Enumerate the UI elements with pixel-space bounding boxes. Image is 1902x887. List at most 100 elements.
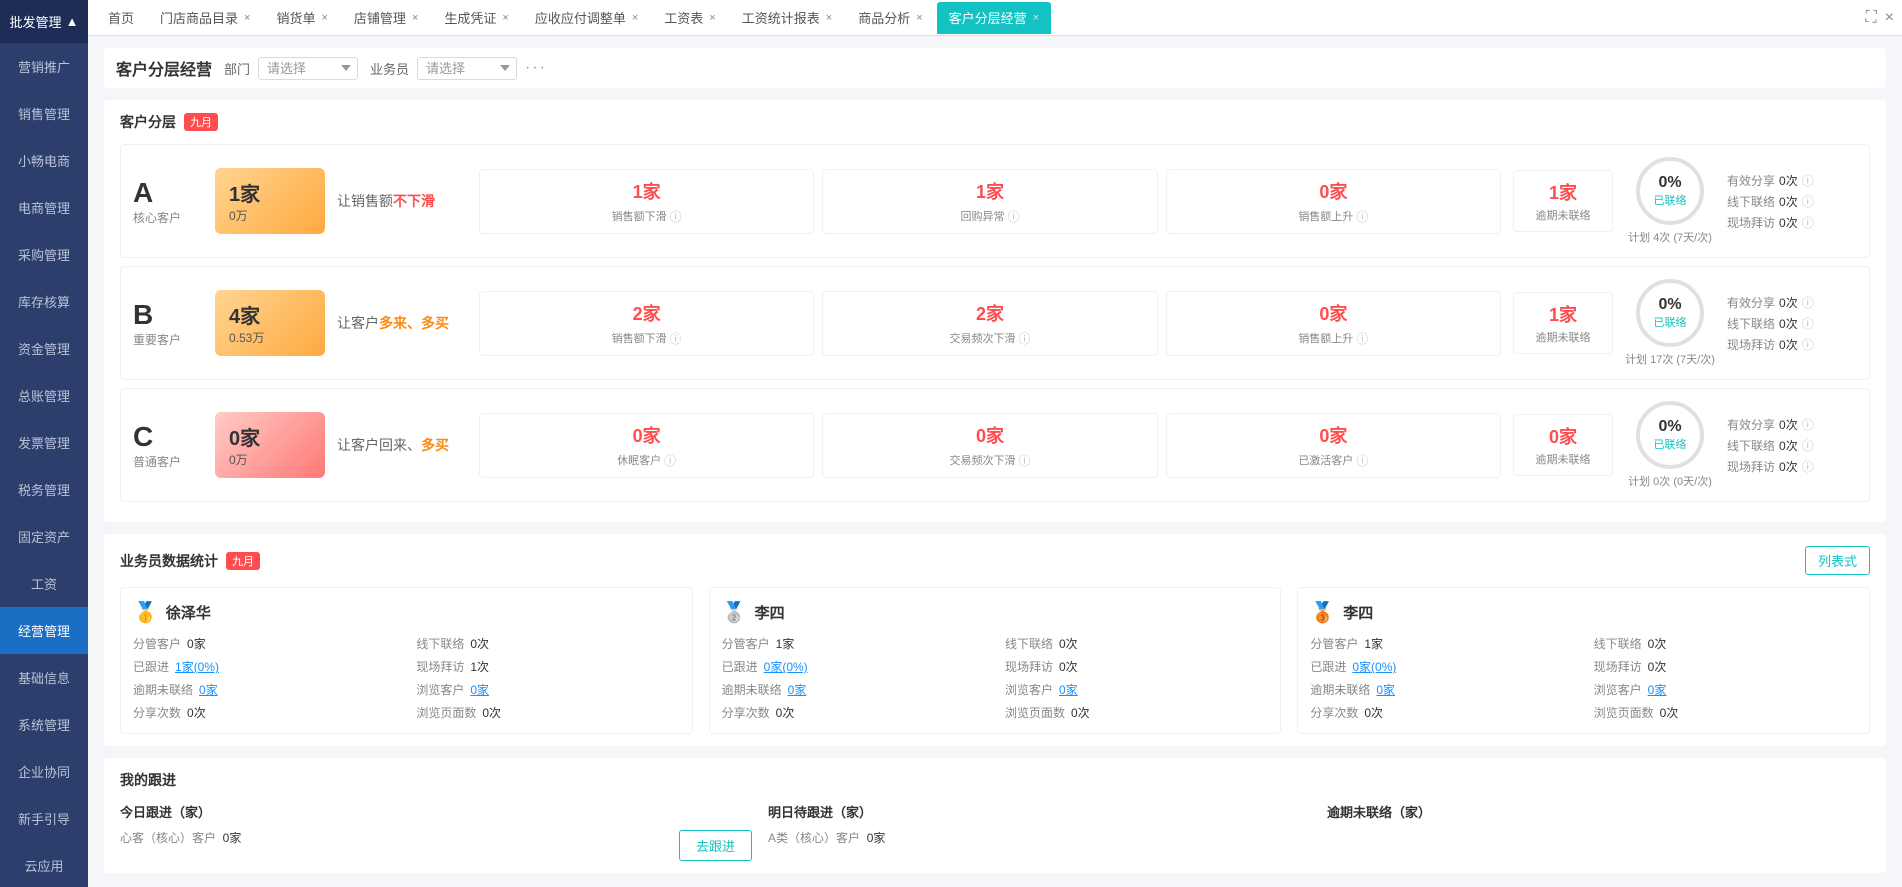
tier-b-circle: 0% 已联络 计划 17次 (7天/次) xyxy=(1625,279,1715,367)
staff-section-title: 业务员数据统计 xyxy=(120,551,218,571)
staff-stat-link[interactable]: 0家(0%) xyxy=(764,658,808,675)
sidebar-item-sw[interactable]: 税务管理 xyxy=(0,466,88,513)
staff-stat-link[interactable]: 0家 xyxy=(1376,681,1395,698)
tab-close-icon[interactable]: × xyxy=(826,12,832,24)
info-icon[interactable]: ⓘ xyxy=(1007,208,1019,225)
tab-close-icon[interactable]: × xyxy=(502,12,508,24)
info-icon[interactable]: ⓘ xyxy=(1356,452,1368,469)
tier-c-overdue-num: 0家 xyxy=(1522,423,1604,449)
dept-select[interactable]: 请选择 xyxy=(258,57,358,80)
tab-voucher[interactable]: 生成凭证 × xyxy=(432,2,520,34)
sidebar-item-yyyp[interactable]: 云应用 xyxy=(0,842,88,887)
info-icon[interactable]: ⓘ xyxy=(1802,458,1814,475)
info-icon[interactable]: ⓘ xyxy=(1356,208,1368,225)
info-icon[interactable]: ⓘ xyxy=(670,208,682,225)
stat-c-2-num: 0家 xyxy=(1175,422,1492,448)
info-icon[interactable]: ⓘ xyxy=(1802,214,1814,231)
info-icon[interactable]: ⓘ xyxy=(1802,437,1814,454)
sidebar-item-xcdz[interactable]: 小畅电商 xyxy=(0,137,88,184)
staff-stat-link[interactable]: 0家 xyxy=(1059,681,1078,698)
sidebar-item-zj[interactable]: 资金管理 xyxy=(0,325,88,372)
more-options-icon[interactable]: ··· xyxy=(525,59,547,77)
sidebar-item-xsyd[interactable]: 新手引导 xyxy=(0,795,88,842)
stat-b-2-num: 0家 xyxy=(1175,300,1492,326)
sidebar-item-kchz[interactable]: 库存核算 xyxy=(0,278,88,325)
info-icon[interactable]: ⓘ xyxy=(1802,294,1814,311)
tab-close-icon[interactable]: × xyxy=(412,12,418,24)
tier-b-rs-1: 线下联络 0次 ⓘ xyxy=(1727,315,1857,332)
stat-c-0-num: 0家 xyxy=(488,422,805,448)
tab-close-icon[interactable]: × xyxy=(632,12,638,24)
sidebar-item-jygl[interactable]: 经营管理 xyxy=(0,607,88,654)
tab-payroll[interactable]: 工资表 × xyxy=(652,2,727,34)
staff-stat-link[interactable]: 0家 xyxy=(1648,681,1667,698)
staff-stat-1-7: 浏览页面数0次 xyxy=(1005,704,1268,721)
stat-c-0: 0家 休眠客户 ⓘ xyxy=(479,413,814,478)
tab-close-icon[interactable]: × xyxy=(709,12,715,24)
info-icon[interactable]: ⓘ xyxy=(1356,330,1368,347)
staff-stat-link[interactable]: 0家(0%) xyxy=(1352,658,1396,675)
info-icon[interactable]: ⓘ xyxy=(1802,416,1814,433)
staff-stat-0-5: 浏览客户0家 xyxy=(416,681,679,698)
staff-stat-link[interactable]: 0家 xyxy=(470,681,489,698)
tier-b-pct: 0% xyxy=(1658,296,1681,314)
sidebar-top[interactable]: 批发管理 ▲ xyxy=(0,0,88,43)
content-area: 客户分层经营 部门 请选择 业务员 请选择 ··· 客户分层 九月 xyxy=(88,36,1902,887)
tier-c-count-box: 0家 0万 xyxy=(215,412,325,478)
tab-home[interactable]: 首页 xyxy=(96,2,146,34)
sidebar-item-gz[interactable]: 工资 xyxy=(0,560,88,607)
staff-select[interactable]: 请选择 xyxy=(417,57,517,80)
info-icon[interactable]: ⓘ xyxy=(1018,452,1030,469)
tab-sales-order[interactable]: 销货单 × xyxy=(264,2,339,34)
tab-close-all-icon[interactable]: × xyxy=(1885,9,1894,27)
tab-close-icon[interactable]: × xyxy=(244,12,250,24)
sidebar-item-yxtg[interactable]: 营销推广 xyxy=(0,43,88,90)
tab-maximize-icon[interactable]: ⛶ xyxy=(1865,9,1876,27)
tier-a-circle-sub: 计划 4次 (7天/次) xyxy=(1625,229,1715,245)
list-view-button[interactable]: 列表式 xyxy=(1805,546,1870,575)
tier-c-circle: 0% 已联络 计划 0次 (0天/次) xyxy=(1625,401,1715,489)
staff-stat-2-7: 浏览页面数0次 xyxy=(1594,704,1857,721)
tab-store-mgmt[interactable]: 店铺管理 × xyxy=(342,2,430,34)
tab-payroll-report[interactable]: 工资统计报表 × xyxy=(730,2,844,34)
staff-stat-link[interactable]: 0家 xyxy=(788,681,807,698)
tab-product-analysis[interactable]: 商品分析 × xyxy=(846,2,934,34)
tab-close-icon[interactable]: × xyxy=(321,12,327,24)
sidebar-item-xtgl[interactable]: 系统管理 xyxy=(0,701,88,748)
tab-close-icon[interactable]: × xyxy=(916,12,922,24)
info-icon[interactable]: ⓘ xyxy=(1802,172,1814,189)
sidebar-item-cg[interactable]: 采购管理 xyxy=(0,231,88,278)
info-icon[interactable]: ⓘ xyxy=(670,330,682,347)
dept-filter: 部门 请选择 xyxy=(224,57,358,80)
staff-badge-1: 🥈 xyxy=(722,600,747,625)
sidebar-item-dsg[interactable]: 电商管理 xyxy=(0,184,88,231)
sidebar-item-xsgl[interactable]: 销售管理 xyxy=(0,90,88,137)
tab-product-list[interactable]: 门店商品目录 × xyxy=(148,2,262,34)
tier-b-rs-0: 有效分享 0次 ⓘ xyxy=(1727,294,1857,311)
info-icon[interactable]: ⓘ xyxy=(664,452,676,469)
tab-customer-tier[interactable]: 客户分层经营 × xyxy=(937,2,1051,34)
staff-stat-0-4: 逾期未联络0家 xyxy=(133,681,396,698)
staff-section: 业务员数据统计 九月 列表式 🥇 徐泽华 分管客户0家 线下联络0次 已跟进1家… xyxy=(104,534,1886,746)
follow-title: 我的跟进 xyxy=(120,770,1870,790)
sidebar-toggle-icon: ▲ xyxy=(66,14,79,29)
sidebar-item-fp[interactable]: 发票管理 xyxy=(0,419,88,466)
sidebar-item-gdzc[interactable]: 固定资产 xyxy=(0,513,88,560)
sidebar-item-zz[interactable]: 总账管理 xyxy=(0,372,88,419)
info-icon[interactable]: ⓘ xyxy=(1018,330,1030,347)
tab-close-icon[interactable]: × xyxy=(1033,12,1039,24)
tier-c-name: 普通客户 xyxy=(133,453,203,470)
info-icon[interactable]: ⓘ xyxy=(1802,336,1814,353)
goto-follow-button[interactable]: 去跟进 xyxy=(679,830,752,861)
tier-a-count-box: 1家 0万 xyxy=(215,168,325,234)
sidebar-item-jcxx[interactable]: 基础信息 xyxy=(0,654,88,701)
page-title: 客户分层经营 xyxy=(116,56,212,80)
sidebar-item-qyxt[interactable]: 企业协同 xyxy=(0,748,88,795)
info-icon[interactable]: ⓘ xyxy=(1802,315,1814,332)
staff-stats-grid-2: 分管客户1家 线下联络0次 已跟进0家(0%) 现场拜访0次 逾期未联络0家 浏… xyxy=(1310,635,1857,721)
tier-a-label: A 核心客户 xyxy=(133,177,203,226)
info-icon[interactable]: ⓘ xyxy=(1802,193,1814,210)
staff-stat-link[interactable]: 1家(0%) xyxy=(175,658,219,675)
tab-ar-adjust[interactable]: 应收应付调整单 × xyxy=(523,2,650,34)
staff-stat-link[interactable]: 0家 xyxy=(199,681,218,698)
